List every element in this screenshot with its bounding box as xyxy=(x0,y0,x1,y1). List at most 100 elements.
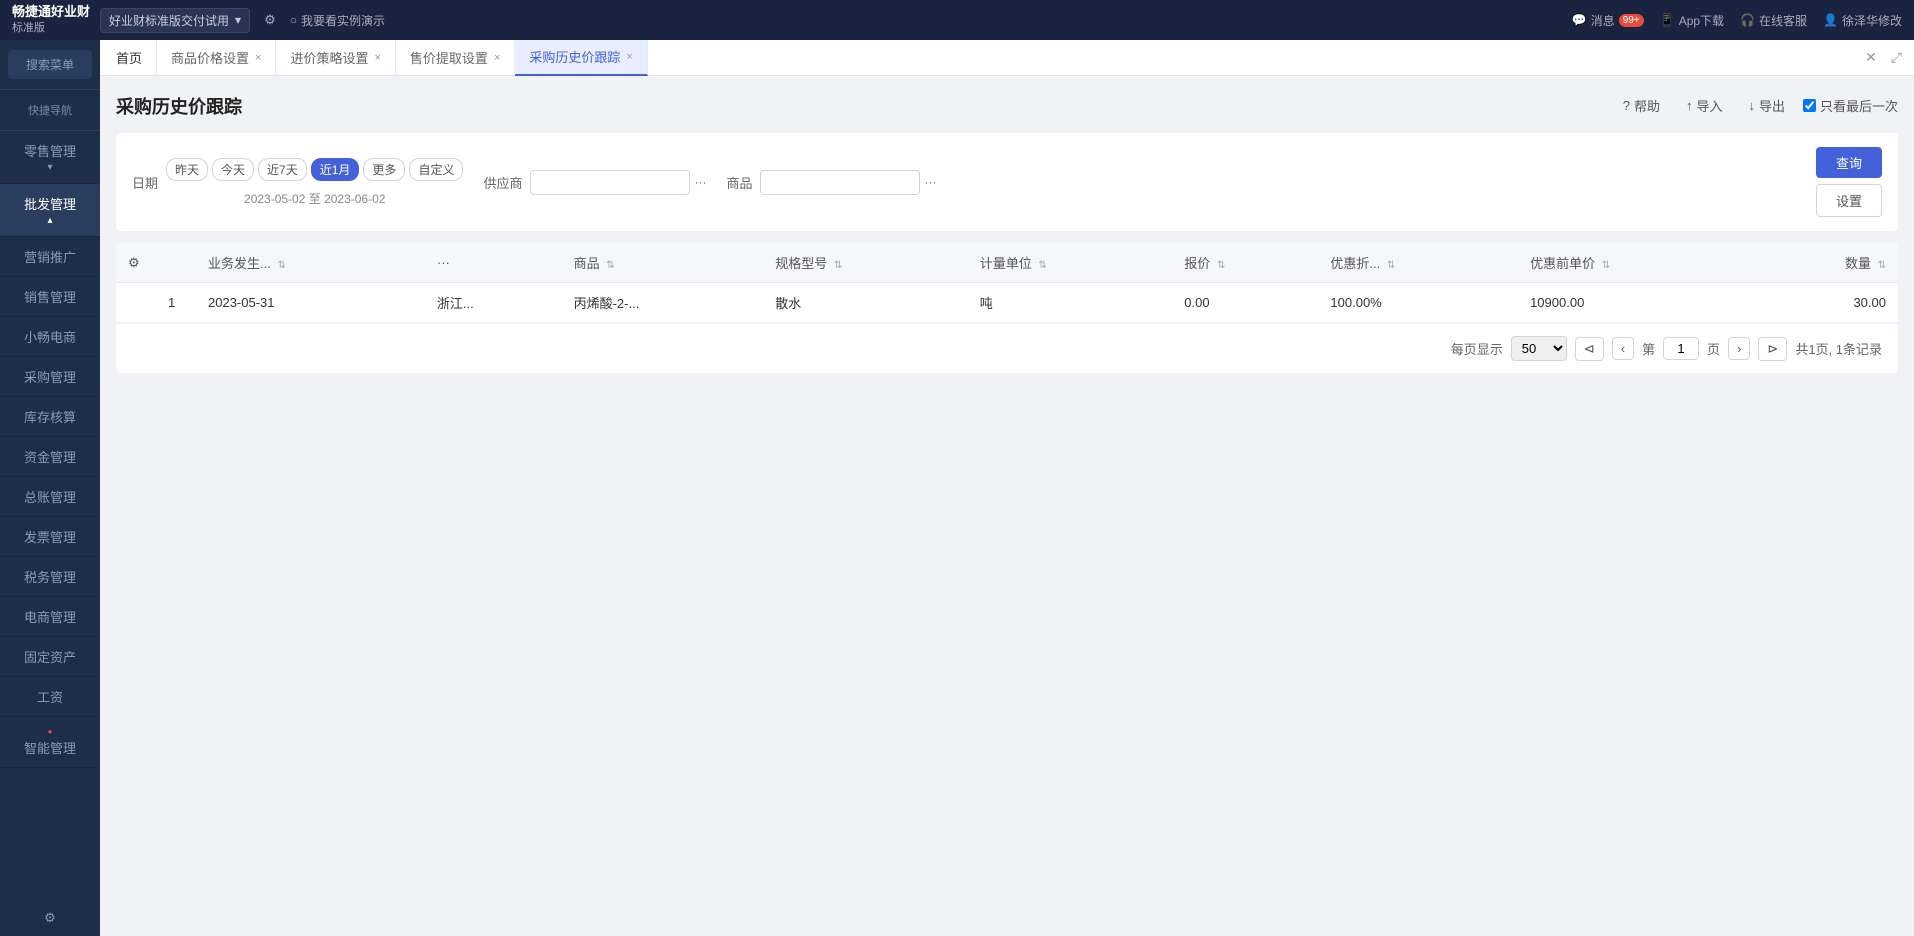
th-date-label: 业务发生... xyxy=(208,256,271,271)
import-btn[interactable]: ↑ 导入 xyxy=(1678,92,1731,119)
goods-input[interactable] xyxy=(760,170,920,195)
total-info: 共1页, 1条记录 xyxy=(1795,339,1882,358)
help-btn[interactable]: ? 帮助 xyxy=(1615,92,1668,119)
user-icon: 👤 xyxy=(1823,13,1838,27)
table-row: 1 2023-05-31 浙江... 丙烯酸-2-... 散水 吨 0.00 1… xyxy=(116,283,1898,323)
supplier-filter-item: 供应商 ··· xyxy=(483,170,706,195)
sidebar-item-inventory[interactable]: 库存核算 xyxy=(0,397,100,437)
chevron-icon: ▾ xyxy=(47,162,52,173)
date-btn-7days[interactable]: 近7天 xyxy=(258,158,307,181)
tab-goods-price-close[interactable]: × xyxy=(255,52,261,64)
date-btn-more[interactable]: 更多 xyxy=(363,158,405,181)
tab-purchase-history[interactable]: 采购历史价跟踪 × xyxy=(515,40,647,76)
chevron-up-icon: ▴ xyxy=(47,215,52,226)
supplier-label: 供应商 xyxy=(483,173,522,192)
first-page-btn[interactable]: ⊲ xyxy=(1575,337,1604,361)
sidebar-item-salary[interactable]: 工资 xyxy=(0,677,100,717)
tab-purchase-strategy-close[interactable]: × xyxy=(374,52,380,64)
search-menu-button[interactable]: 搜索菜单 xyxy=(8,50,92,79)
sidebar-item-finance[interactable]: 资金管理 xyxy=(0,437,100,477)
demo-button[interactable]: ○ 我要看实例演示 xyxy=(290,12,385,29)
export-btn[interactable]: ↓ 导出 xyxy=(1740,92,1793,119)
sidebar-item-sales[interactable]: 销售管理 xyxy=(0,277,100,317)
sidebar-quick-nav: 快捷导航 xyxy=(0,90,100,131)
sidebar-item-tax[interactable]: 税务管理 xyxy=(0,557,100,597)
sidebar-item-retail[interactable]: 零售管理 ▾ xyxy=(0,131,100,184)
sidebar-item-fixed-assets[interactable]: 固定资产 xyxy=(0,637,100,677)
query-button[interactable]: 查询 xyxy=(1816,147,1882,178)
th-date[interactable]: 业务发生... ⇅ xyxy=(196,243,425,283)
th-spec[interactable]: 规格型号 ⇅ xyxy=(763,243,968,283)
tab-sale-price-close[interactable]: × xyxy=(494,52,500,64)
tab-close-btn[interactable]: ✕ xyxy=(1861,45,1881,70)
app-logo: 畅捷通好业财 标准版 xyxy=(12,4,90,35)
per-page-label: 每页显示 xyxy=(1451,339,1503,358)
th-unit[interactable]: 计量单位 ⇅ xyxy=(968,243,1173,283)
tab-purchase-history-close[interactable]: × xyxy=(626,51,632,63)
next-page-btn[interactable]: › xyxy=(1728,337,1750,360)
sidebar-item-ecommerce-small[interactable]: 小畅电商 xyxy=(0,317,100,357)
supplier-more-btn[interactable]: ··· xyxy=(694,175,706,189)
last-page-btn[interactable]: ⊳ xyxy=(1758,337,1787,361)
supplier-input[interactable] xyxy=(530,170,690,195)
th-price[interactable]: 报价 ⇅ xyxy=(1172,243,1318,283)
th-pre-discount-price[interactable]: 优惠前单价 ⇅ xyxy=(1518,243,1752,283)
online-service-btn[interactable]: 🎧 在线客服 xyxy=(1740,12,1807,29)
sidebar-item-ecommerce-label: 电商管理 xyxy=(24,607,76,626)
notifications-btn[interactable]: 💬 消息 99+ xyxy=(1572,12,1644,29)
th-goods[interactable]: 商品 ⇅ xyxy=(562,243,764,283)
date-btn-yesterday[interactable]: 昨天 xyxy=(166,158,208,181)
settings-filter-button[interactable]: 设置 xyxy=(1816,184,1882,217)
cell-discount: 100.00% xyxy=(1318,283,1518,323)
date-btn-1month[interactable]: 近1月 xyxy=(311,158,360,181)
quick-nav-label[interactable]: 快捷导航 xyxy=(8,98,92,122)
filter-row: 日期 昨天 今天 近7天 近1月 更多 自定义 2023-05-02 至 202… xyxy=(132,147,1882,217)
tab-goods-price[interactable]: 商品价格设置 × xyxy=(157,40,276,76)
only-last-checkbox[interactable] xyxy=(1803,99,1816,112)
sidebar-item-ecommerce-small-label: 小畅电商 xyxy=(24,327,76,346)
filter-bar: 日期 昨天 今天 近7天 近1月 更多 自定义 2023-05-02 至 202… xyxy=(116,133,1898,231)
sidebar-item-invoice[interactable]: 发票管理 xyxy=(0,517,100,557)
sidebar-item-smart[interactable]: ● 智能管理 xyxy=(0,717,100,768)
sidebar-item-salary-label: 工资 xyxy=(37,687,63,706)
content-area: 首页 商品价格设置 × 进价策略设置 × 售价提取设置 × 采购历史价跟踪 × … xyxy=(100,40,1914,936)
data-table: ⚙ 业务发生... ⇅ ··· 商品 ⇅ xyxy=(116,243,1898,323)
sidebar-item-tax-label: 税务管理 xyxy=(24,567,76,586)
tab-purchase-strategy[interactable]: 进价策略设置 × xyxy=(276,40,395,76)
table-body: 1 2023-05-31 浙江... 丙烯酸-2-... 散水 吨 0.00 1… xyxy=(116,283,1898,323)
sidebar-item-accounting[interactable]: 总账管理 xyxy=(0,477,100,517)
settings-icon[interactable]: ⚙ xyxy=(260,8,280,32)
tab-home[interactable]: 首页 xyxy=(108,40,157,76)
version-selector[interactable]: 好业财标准版交付试用 ▾ xyxy=(100,8,250,33)
headset-icon: 🎧 xyxy=(1740,13,1755,27)
prev-page-btn[interactable]: ‹ xyxy=(1612,337,1634,360)
goods-label: 商品 xyxy=(726,173,752,192)
sidebar-item-wholesale[interactable]: 批发管理 ▴ xyxy=(0,184,100,237)
page-input[interactable] xyxy=(1663,337,1699,360)
user-menu-btn[interactable]: 👤 徐泽华修改 xyxy=(1823,12,1902,29)
th-goods-label: 商品 xyxy=(574,256,600,271)
per-page-select[interactable]: 50 10 20 100 xyxy=(1511,336,1567,361)
sidebar-item-purchase[interactable]: 采购管理 xyxy=(0,357,100,397)
th-discount[interactable]: 优惠折... ⇅ xyxy=(1318,243,1518,283)
sidebar-item-ecommerce[interactable]: 电商管理 xyxy=(0,597,100,637)
topbar-right: 💬 消息 99+ 📱 App下载 🎧 在线客服 👤 徐泽华修改 xyxy=(1572,12,1902,29)
th-index xyxy=(156,243,196,283)
download-icon: 📱 xyxy=(1660,13,1675,27)
date-btn-today[interactable]: 今天 xyxy=(212,158,254,181)
notifications-badge: 99+ xyxy=(1619,14,1644,27)
topbar-left: 畅捷通好业财 标准版 好业财标准版交付试用 ▾ ⚙ ○ 我要看实例演示 xyxy=(12,4,385,35)
cell-price: 0.00 xyxy=(1172,283,1318,323)
sidebar-settings-btn[interactable]: ⚙ xyxy=(0,900,100,936)
sidebar-item-fixed-assets-label: 固定资产 xyxy=(24,647,76,666)
date-btn-custom[interactable]: 自定义 xyxy=(409,158,463,181)
sort-icon-date: ⇅ xyxy=(277,260,285,271)
th-more: ··· xyxy=(425,243,562,283)
tab-maximize-btn[interactable]: ⤢ xyxy=(1887,45,1906,70)
app-download-btn[interactable]: 📱 App下载 xyxy=(1660,12,1724,29)
goods-more-btn[interactable]: ··· xyxy=(924,175,936,189)
sidebar-item-marketing[interactable]: 营销推广 xyxy=(0,237,100,277)
th-quantity[interactable]: 数量 ⇅ xyxy=(1752,243,1898,283)
sidebar-item-purchase-label: 采购管理 xyxy=(24,367,76,386)
tab-sale-price[interactable]: 售价提取设置 × xyxy=(396,40,515,76)
